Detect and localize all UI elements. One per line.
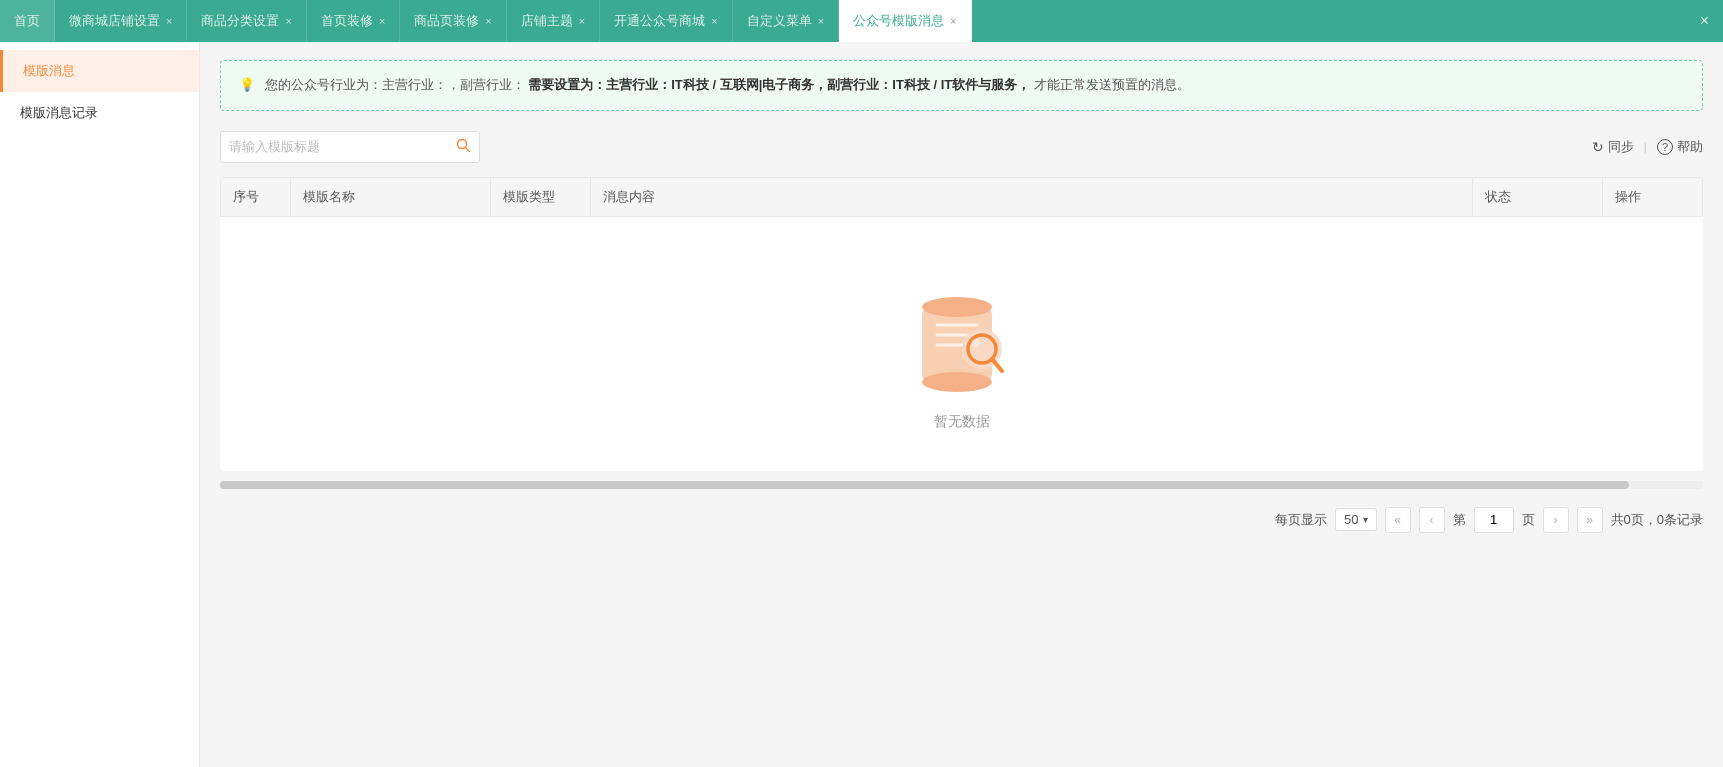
- col-header-op: 操作: [1603, 177, 1703, 216]
- nav-tab-custom-menu-label: 自定义菜单: [747, 12, 812, 30]
- scroll-track: [220, 481, 1703, 489]
- nav-tab-home-decor[interactable]: 首页装修 ×: [307, 0, 400, 42]
- empty-text: 暂无数据: [221, 413, 1703, 431]
- sync-label: 同步: [1608, 138, 1634, 156]
- col-header-content: 消息内容: [591, 177, 1473, 216]
- nav-tab-category-settings-close[interactable]: ×: [285, 15, 291, 27]
- help-button[interactable]: ? 帮助: [1657, 138, 1703, 156]
- first-icon: «: [1394, 513, 1401, 527]
- data-table: 序号 模版名称 模版类型 消息内容 状态 操作: [220, 177, 1703, 471]
- nav-tab-product-decor-label: 商品页装修: [414, 12, 479, 30]
- page-size-value: 50: [1344, 512, 1358, 527]
- nav-tab-store-theme[interactable]: 店铺主题 ×: [507, 0, 600, 42]
- nav-tab-store-settings[interactable]: 微商城店铺设置 ×: [55, 0, 187, 42]
- sidebar: 模版消息 模版消息记录: [0, 42, 200, 767]
- first-page-button[interactable]: «: [1385, 507, 1411, 533]
- search-input-wrap[interactable]: [220, 131, 480, 163]
- prev-icon: ‹: [1430, 513, 1434, 527]
- svg-point-12: [972, 339, 980, 347]
- search-input[interactable]: [229, 139, 452, 154]
- notice-box: 💡 您的公众号行业为：主营行业：，副营行业： 需要设置为：主营行业：IT科技 /…: [220, 60, 1703, 111]
- nav-tab-category-settings[interactable]: 商品分类设置 ×: [187, 0, 306, 42]
- notice-prefix: 您的公众号行业为：主营行业：，副营行业：: [265, 77, 525, 92]
- help-icon: ?: [1657, 139, 1673, 155]
- svg-point-5: [922, 372, 992, 392]
- sync-icon: ↻: [1592, 139, 1604, 155]
- scroll-thumb: [220, 481, 1629, 489]
- nav-tab-store-theme-label: 店铺主题: [521, 12, 573, 30]
- page-size-label: 每页显示: [1275, 511, 1327, 529]
- col-header-seq: 序号: [221, 177, 291, 216]
- nav-tab-open-mall-label: 开通公众号商城: [614, 12, 705, 30]
- svg-line-1: [466, 147, 470, 151]
- nav-tab-home-decor-label: 首页装修: [321, 12, 373, 30]
- page-prefix: 第: [1453, 511, 1466, 529]
- table-header-row: 序号 模版名称 模版类型 消息内容 状态 操作: [221, 177, 1703, 216]
- last-icon: »: [1586, 513, 1593, 527]
- page-size-select[interactable]: 50 ▾: [1335, 508, 1376, 531]
- nav-tab-product-decor-close[interactable]: ×: [485, 15, 491, 27]
- notice-highlight: 需要设置为：主营行业：IT科技 / 互联网|电子商务，副营行业：IT科技 / I…: [528, 77, 1030, 92]
- nav-tab-store-theme-close[interactable]: ×: [579, 15, 585, 27]
- toolbar-right: ↻ 同步 | ? 帮助: [1592, 138, 1703, 156]
- pagination-bar: 每页显示 50 ▾ « ‹ 第 页 › » 共0页，0条记录: [220, 493, 1703, 537]
- top-nav: 首页 微商城店铺设置 × 商品分类设置 × 首页装修 × 商品页装修 × 店铺主…: [0, 0, 1723, 42]
- next-page-button[interactable]: ›: [1543, 507, 1569, 533]
- next-icon: ›: [1554, 513, 1558, 527]
- col-header-status: 状态: [1473, 177, 1603, 216]
- nav-tab-template-msg-label: 公众号模版消息: [853, 12, 944, 30]
- content-area: 💡 您的公众号行业为：主营行业：，副营行业： 需要设置为：主营行业：IT科技 /…: [200, 42, 1723, 767]
- page-unit: 页: [1522, 511, 1535, 529]
- search-bar: ↻ 同步 | ? 帮助: [220, 131, 1703, 163]
- nav-tab-product-decor[interactable]: 商品页装修 ×: [400, 0, 506, 42]
- svg-point-4: [922, 297, 992, 317]
- empty-state: 暂无数据: [221, 217, 1703, 471]
- close-all-button[interactable]: ×: [1686, 12, 1723, 30]
- notice-icon: 💡: [239, 77, 255, 92]
- nav-tab-open-mall-close[interactable]: ×: [711, 15, 717, 27]
- sync-button[interactable]: ↻ 同步: [1592, 138, 1634, 156]
- page-number-input[interactable]: [1474, 507, 1514, 533]
- nav-tab-open-mall[interactable]: 开通公众号商城 ×: [600, 0, 732, 42]
- nav-tab-category-settings-label: 商品分类设置: [201, 12, 279, 30]
- sidebar-item-template-msg-record-label: 模版消息记录: [20, 105, 98, 120]
- sidebar-item-template-msg-label: 模版消息: [23, 63, 75, 78]
- nav-tab-custom-menu[interactable]: 自定义菜单 ×: [733, 0, 839, 42]
- nav-tab-store-settings-close[interactable]: ×: [166, 15, 172, 27]
- sidebar-item-template-msg-record[interactable]: 模版消息记录: [0, 92, 199, 134]
- last-page-button[interactable]: »: [1577, 507, 1603, 533]
- page-total: 共0页，0条记录: [1611, 511, 1703, 529]
- sidebar-item-template-msg[interactable]: 模版消息: [0, 50, 199, 92]
- empty-state-row: 暂无数据: [221, 216, 1703, 471]
- col-header-type: 模版类型: [491, 177, 591, 216]
- nav-tab-template-msg[interactable]: 公众号模版消息 ×: [839, 0, 971, 42]
- nav-tab-template-msg-close[interactable]: ×: [950, 15, 956, 27]
- nav-tab-home[interactable]: 首页: [0, 0, 55, 42]
- nav-tab-home-label: 首页: [14, 12, 40, 30]
- notice-suffix: 才能正常发送预置的消息。: [1034, 77, 1190, 92]
- col-header-name: 模版名称: [291, 177, 491, 216]
- prev-page-button[interactable]: ‹: [1419, 507, 1445, 533]
- nav-tab-store-settings-label: 微商城店铺设置: [69, 12, 160, 30]
- nav-tab-custom-menu-close[interactable]: ×: [818, 15, 824, 27]
- main-layout: 模版消息 模版消息记录 💡 您的公众号行业为：主营行业：，副营行业： 需要设置为…: [0, 42, 1723, 767]
- empty-illustration: [902, 277, 1022, 397]
- search-button[interactable]: [456, 138, 471, 156]
- chevron-down-icon: ▾: [1363, 514, 1368, 525]
- nav-tab-home-decor-close[interactable]: ×: [379, 15, 385, 27]
- help-label: 帮助: [1677, 138, 1703, 156]
- toolbar-divider: |: [1644, 139, 1647, 154]
